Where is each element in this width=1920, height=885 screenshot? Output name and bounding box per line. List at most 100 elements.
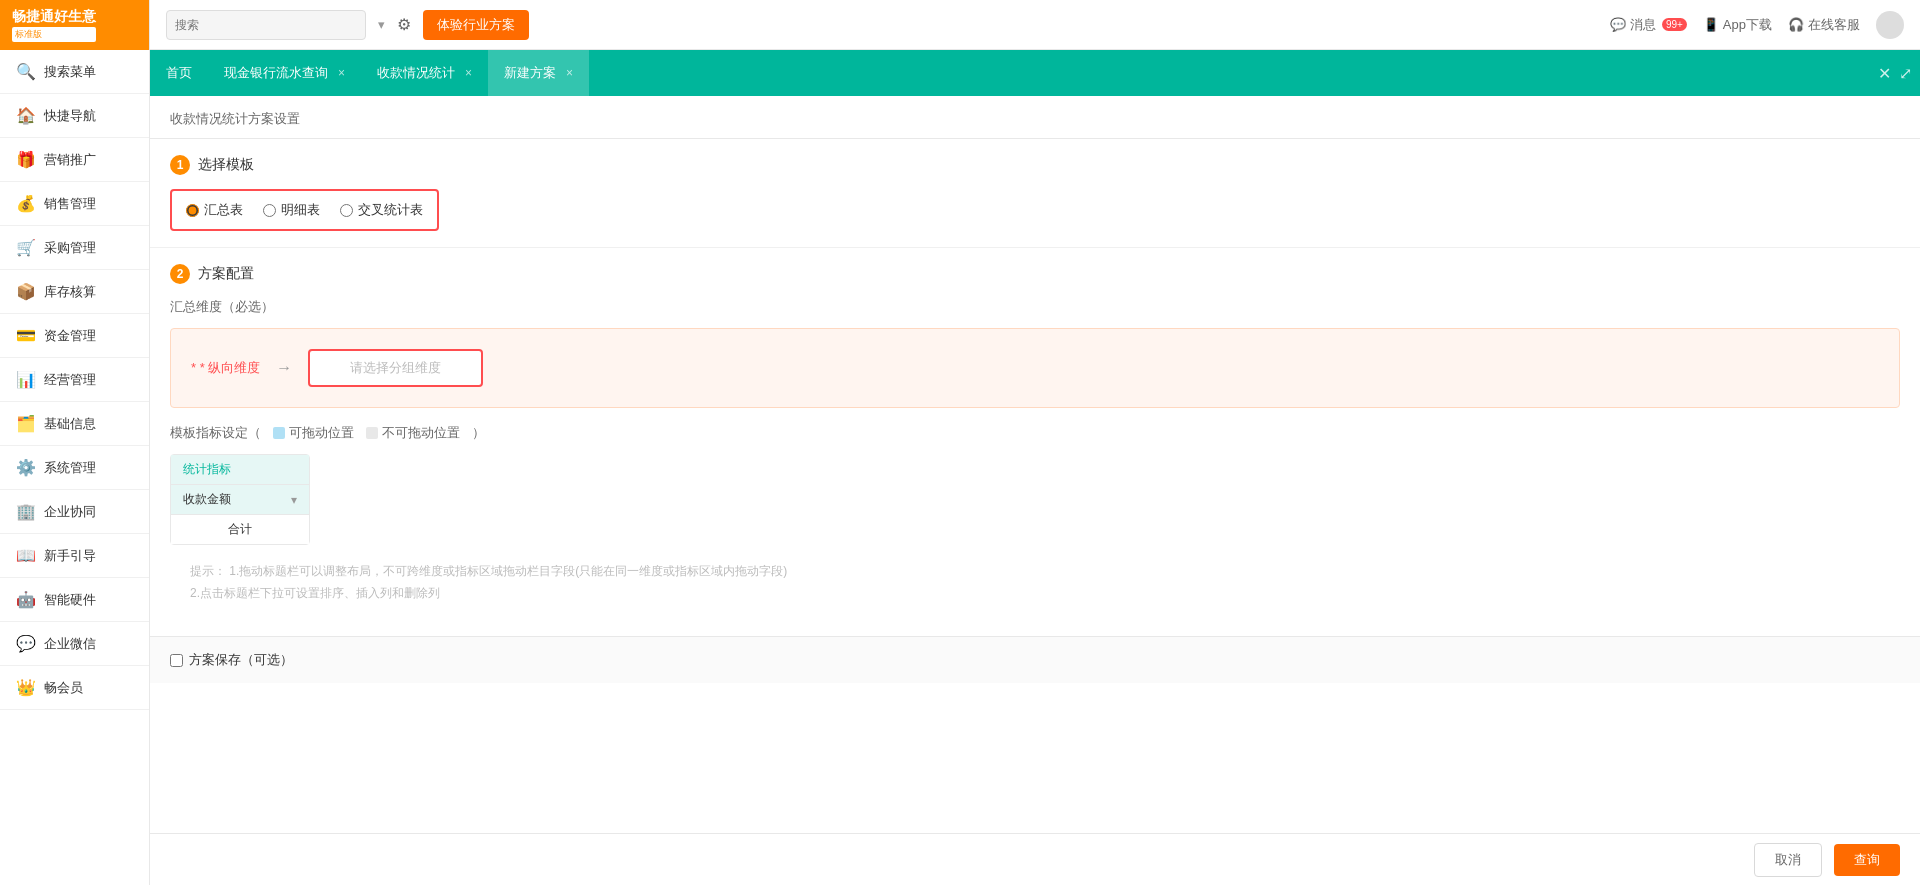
metrics-header: 模板指标设定（ 可拖动位置 不可拖动位置 ） [170,424,1900,442]
tab-bank-flow[interactable]: 现金银行流水查询 × [208,50,361,96]
sidebar-item-marketing[interactable]: 🎁 营销推广 [0,138,149,182]
metrics-cell-receipt: 收款金额 ▾ [171,485,309,514]
sidebar-item-member[interactable]: 👑 畅会员 [0,666,149,710]
template-options: 汇总表 明细表 交叉统计表 [170,189,439,231]
sidebar-item-operation[interactable]: 📊 经营管理 [0,358,149,402]
topbar-right: 💬 消息 99+ 📱 App下载 🎧 在线客服 [1610,11,1904,39]
sidebar-item-label: 营销推广 [44,151,96,169]
sidebar-item-basic[interactable]: 🗂️ 基础信息 [0,402,149,446]
tab-home[interactable]: 首页 [150,50,208,96]
message-icon: 💬 [1610,17,1626,32]
crown-icon: 👑 [16,678,36,697]
tab-bank-flow-close[interactable]: × [338,66,345,80]
hint-1: 提示： 1.拖动标题栏可以调整布局，不可跨维度或指标区域拖动栏目字段(只能在同一… [190,561,1880,583]
metrics-cell-label: 收款金额 [183,491,231,508]
avatar[interactable] [1876,11,1904,39]
metrics-label: 模板指标设定（ [170,424,261,442]
notification-item[interactable]: 💬 消息 99+ [1610,16,1687,34]
sidebar-item-hardware[interactable]: 🤖 智能硬件 [0,578,149,622]
online-service-item[interactable]: 🎧 在线客服 [1788,16,1860,34]
tab-close-all-btn[interactable]: ✕ [1878,64,1891,83]
app-download-item[interactable]: 📱 App下载 [1703,16,1772,34]
radio-detail[interactable]: 明细表 [263,201,320,219]
tab-new-plan[interactable]: 新建方案 × [488,50,589,96]
action-bar: 取消 查询 [150,833,1920,885]
tabbar-actions: ✕ ⤢ [1878,64,1920,83]
online-service-label: 在线客服 [1808,16,1860,34]
tabbar: 首页 现金银行流水查询 × 收款情况统计 × 新建方案 × ✕ ⤢ [150,50,1920,96]
dimension-area: * * 纵向维度 → 请选择分组维度 [170,328,1900,408]
search-input[interactable] [166,10,366,40]
radio-summary-label: 汇总表 [204,201,243,219]
query-button[interactable]: 查询 [1834,844,1900,876]
radio-detail-input[interactable] [263,204,276,217]
sidebar-logo: 畅捷通好生意 标准版 [0,0,149,50]
hints: 提示： 1.拖动标题栏可以调整布局，不可跨维度或指标区域拖动栏目字段(只能在同一… [170,545,1900,620]
robot-icon: 🤖 [16,590,36,609]
metrics-label-suffix: ） [472,424,485,442]
radio-summary[interactable]: 汇总表 [186,201,243,219]
industry-btn[interactable]: 体验行业方案 [423,10,529,40]
section2-label: 方案配置 [198,265,254,283]
sidebar-item-label: 资金管理 [44,327,96,345]
radio-summary-input[interactable] [186,204,199,217]
sidebar-logo-text: 畅捷通好生意 [12,8,96,25]
metrics-subtotal: 合计 [171,514,309,544]
chart-icon: 📊 [16,370,36,389]
sidebar-item-wechat[interactable]: 💬 企业微信 [0,622,149,666]
hint-2: 2.点击标题栏下拉可设置排序、插入列和删除列 [190,583,1880,605]
tab-receipt-stats[interactable]: 收款情况统计 × [361,50,488,96]
metrics-dropdown-icon[interactable]: ▾ [291,493,297,507]
sidebar: 畅捷通好生意 标准版 🔍 搜索菜单 🏠 快捷导航 🎁 营销推广 💰 销售管理 🛒… [0,0,150,885]
breadcrumb: 收款情况统计方案设置 [170,111,300,126]
tab-maximize-btn[interactable]: ⤢ [1899,64,1912,83]
money-icon: 💰 [16,194,36,213]
sidebar-item-guide[interactable]: 📖 新手引导 [0,534,149,578]
draggable-dot [273,427,285,439]
service-icon: 🎧 [1788,17,1804,32]
sidebar-item-system[interactable]: ⚙️ 系统管理 [0,446,149,490]
save-plan-input[interactable] [170,654,183,667]
metrics-table-header: 统计指标 [171,455,309,485]
sidebar-item-label: 搜索菜单 [44,63,96,81]
sidebar-item-label: 采购管理 [44,239,96,257]
dimension-select[interactable]: 请选择分组维度 [308,349,483,387]
sidebar-item-label: 销售管理 [44,195,96,213]
book-icon: 📖 [16,546,36,565]
dimension-row: * * 纵向维度 → 请选择分组维度 [191,349,1879,387]
radio-cross-label: 交叉统计表 [358,201,423,219]
radio-cross-input[interactable] [340,204,353,217]
sidebar-item-label: 企业微信 [44,635,96,653]
sidebar-item-purchase[interactable]: 🛒 采购管理 [0,226,149,270]
sidebar-item-enterprise[interactable]: 🏢 企业协同 [0,490,149,534]
section2-number: 2 [170,264,190,284]
cart-icon: 🛒 [16,238,36,257]
sidebar-item-inventory[interactable]: 📦 库存核算 [0,270,149,314]
tab-bank-flow-label: 现金银行流水查询 [224,64,328,82]
legend-draggable: 可拖动位置 [273,424,354,442]
tab-new-plan-close[interactable]: × [566,66,573,80]
radio-cross[interactable]: 交叉统计表 [340,201,423,219]
draggable-label: 可拖动位置 [289,424,354,442]
section1-number: 1 [170,155,190,175]
sidebar-item-sales[interactable]: 💰 销售管理 [0,182,149,226]
sidebar-item-label: 系统管理 [44,459,96,477]
sidebar-item-quick-nav[interactable]: 🏠 快捷导航 [0,94,149,138]
settings-icon[interactable]: ⚙ [397,15,411,34]
content: 收款情况统计方案设置 1 选择模板 汇总表 明细表 [150,96,1920,833]
search-menu-icon: 🔍 [16,62,36,81]
sidebar-item-search-menu[interactable]: 🔍 搜索菜单 [0,50,149,94]
folder-icon: 🗂️ [16,414,36,433]
section-config: 2 方案配置 汇总维度（必选） * * 纵向维度 → 请选择分组维度 [150,247,1920,636]
sidebar-item-finance[interactable]: 💳 资金管理 [0,314,149,358]
cancel-button[interactable]: 取消 [1754,843,1822,877]
legend-fixed: 不可拖动位置 [366,424,460,442]
dropdown-icon[interactable]: ▾ [378,17,385,32]
sidebar-item-label: 基础信息 [44,415,96,433]
topbar: ▾ ⚙ 体验行业方案 💬 消息 99+ 📱 App下载 🎧 在线客服 [150,0,1920,50]
tab-receipt-stats-close[interactable]: × [465,66,472,80]
section2-title: 2 方案配置 [170,264,1900,284]
sidebar-item-label: 企业协同 [44,503,96,521]
sidebar-item-label: 经营管理 [44,371,96,389]
save-plan-checkbox[interactable]: 方案保存（可选） [170,651,293,669]
